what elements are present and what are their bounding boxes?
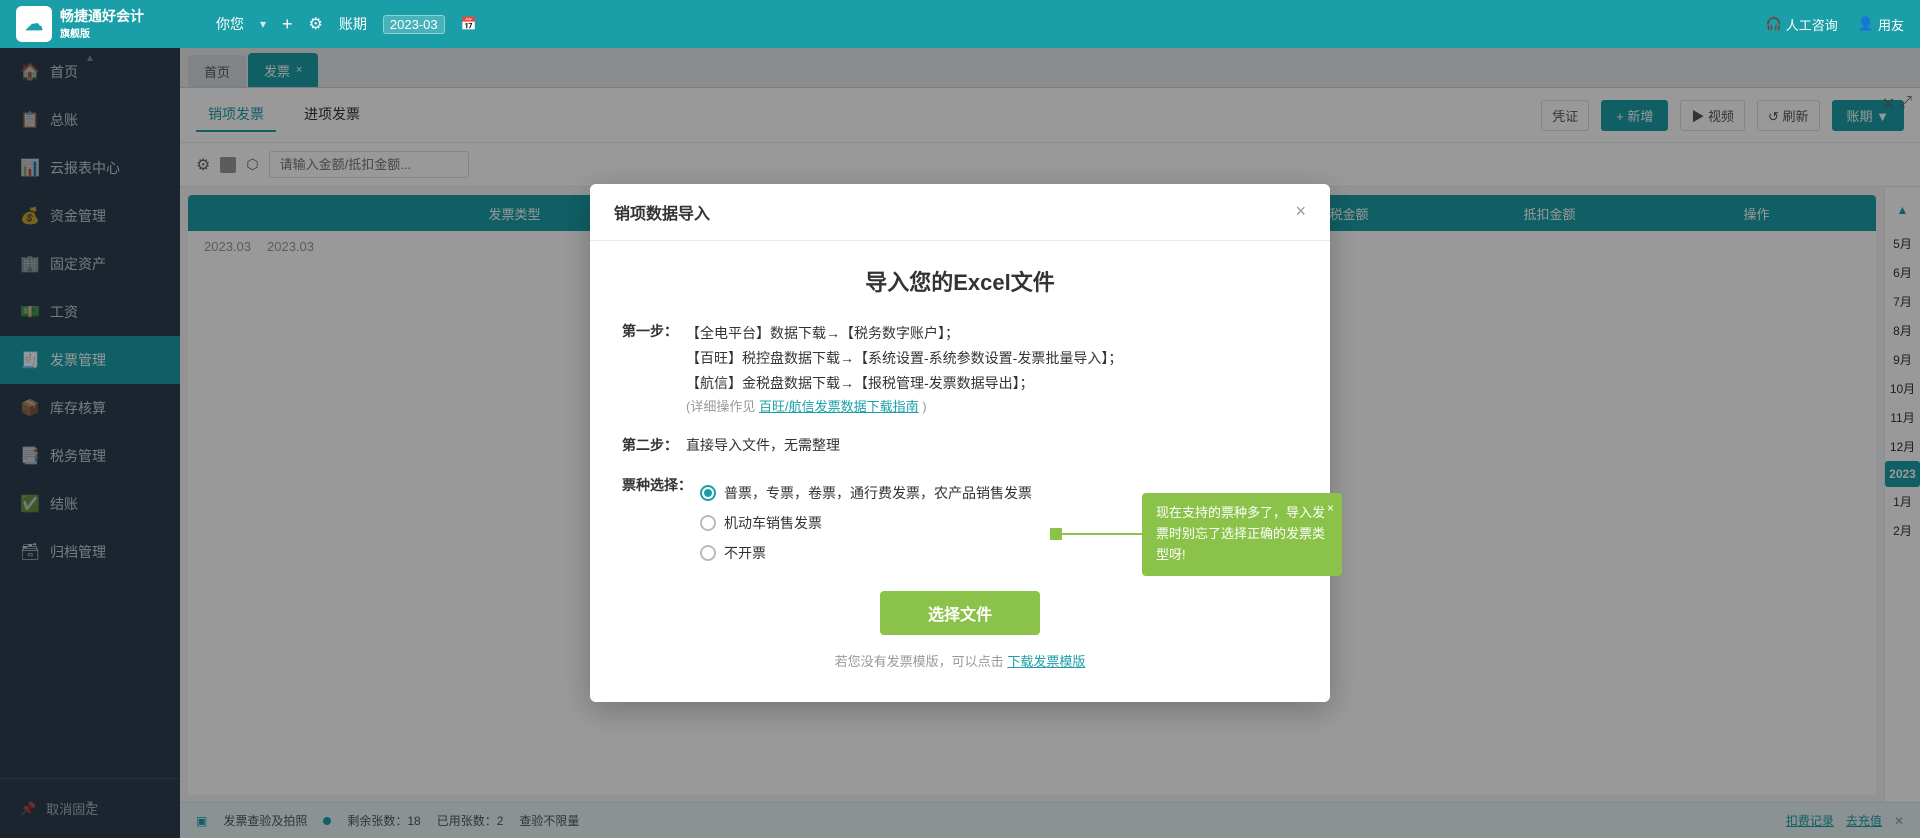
step1-line2: 【百旺】税控盘数据下载→【系统设置-系统参数设置-发票批量导入】； (686, 346, 1122, 371)
radio-motor-circle (700, 515, 716, 531)
user-info[interactable]: 👤 用友 (1858, 15, 1904, 34)
tooltip-close-btn[interactable]: × (1327, 499, 1334, 518)
ticket-row: 票种选择： 普票，专票，卷票，通行费发票，农产品销售发票 机动车销售 (622, 475, 1298, 563)
step2-label: 第二步： (622, 435, 678, 455)
logo-sub: 旗舰版 (60, 25, 144, 40)
tooltip-dot (1050, 528, 1062, 540)
radio-group: 普票，专票，卷票，通行费发票，农产品销售发票 机动车销售发票 × (700, 483, 1032, 563)
radio-normal[interactable]: 普票，专票，卷票，通行费发票，农产品销售发票 (700, 483, 1032, 503)
period-value[interactable]: 2023-03 (383, 15, 445, 34)
download-template-link[interactable]: 下载发票模版 (1007, 654, 1085, 669)
topbar: ☁ 畅捷通好会计 旗舰版 你您 ▾ + ⚙ 账期 2023-03 📅 🎧 人工咨… (0, 0, 1920, 48)
radio-motor[interactable]: 机动车销售发票 × 现在支持的票种多了，导入发票时别忘了选择正确的发票类型呀! (700, 513, 1032, 533)
period-label: 账期 (339, 14, 367, 34)
step1-line3: 【航信】金税盘数据下载→【报税管理-发票数据导出】； (686, 371, 1122, 396)
step1-line1: 【全电平台】数据下载→【税务数字账户】； (686, 321, 1122, 346)
ticket-section: 票种选择： 普票，专票，卷票，通行费发票，农产品销售发票 机动车销售 (622, 475, 1298, 563)
radio-normal-circle (700, 485, 716, 501)
topbar-center: 你您 ▾ + ⚙ 账期 2023-03 📅 (196, 14, 1766, 35)
import-modal: 销项数据导入 × 导入您的Excel文件 第一步： 【全电平台】数据下载→【税务… (590, 184, 1330, 703)
modal-bottom-text: 若您没有发票模版，可以点击 下载发票模版 (622, 651, 1298, 670)
step2-section: 第二步： 直接导入文件，无需整理 (622, 435, 1298, 455)
step2-content: 直接导入文件，无需整理 (686, 435, 840, 455)
service-btn[interactable]: 🎧 人工咨询 (1766, 15, 1838, 34)
add-icon[interactable]: + (282, 14, 293, 35)
radio-none[interactable]: 不开票 (700, 543, 1032, 563)
dropdown-arrow-icon[interactable]: ▾ (260, 17, 266, 31)
radio-normal-label: 普票，专票，卷票，通行费发票，农产品销售发票 (724, 483, 1032, 503)
modal-footer: 选择文件 (622, 591, 1298, 635)
topbar-user[interactable]: 你您 (216, 14, 244, 34)
radio-motor-label: 机动车销售发票 (724, 513, 822, 533)
radio-normal-dot (704, 489, 712, 497)
logo-icon: ☁ (16, 6, 52, 42)
tooltip-line (1062, 533, 1142, 535)
modal-header: 销项数据导入 × (590, 184, 1330, 241)
modal-body: 导入您的Excel文件 第一步： 【全电平台】数据下载→【税务数字账户】； 【百… (590, 241, 1330, 703)
tooltip-text: 现在支持的票种多了，导入发票时别忘了选择正确的发票类型呀! (1156, 505, 1325, 562)
step1-row: 第一步： 【全电平台】数据下载→【税务数字账户】； 【百旺】税控盘数据下载→【系… (622, 321, 1298, 416)
step1-content: 【全电平台】数据下载→【税务数字账户】； 【百旺】税控盘数据下载→【系统设置-系… (686, 321, 1122, 416)
step1-detail: (详细操作见 百旺/航信发票数据下载指南 ) (686, 396, 1122, 415)
logo-text: 畅捷通好会计 (60, 8, 144, 25)
user-icon: 👤 (1858, 16, 1874, 32)
modal-close-btn[interactable]: × (1295, 201, 1306, 222)
logo: ☁ 畅捷通好会计 旗舰版 (16, 6, 196, 42)
gear-icon[interactable]: ⚙ (309, 14, 323, 34)
select-file-btn[interactable]: 选择文件 (880, 591, 1040, 635)
modal-big-title: 导入您的Excel文件 (622, 265, 1298, 297)
radio-none-circle (700, 545, 716, 561)
ticket-label: 票种选择： (622, 475, 692, 495)
modal-title: 销项数据导入 (614, 200, 710, 224)
modal-overlay: 销项数据导入 × 导入您的Excel文件 第一步： 【全电平台】数据下载→【税务… (0, 48, 1920, 838)
calendar-icon[interactable]: 📅 (461, 16, 477, 32)
step1-section: 第一步： 【全电平台】数据下载→【税务数字账户】； 【百旺】税控盘数据下载→【系… (622, 321, 1298, 416)
step1-label: 第一步： (622, 321, 678, 416)
guide-link[interactable]: 百旺/航信发票数据下载指南 (759, 399, 919, 414)
tooltip-wrapper: × 现在支持的票种多了，导入发票时别忘了选择正确的发票类型呀! (1050, 493, 1342, 575)
headphone-icon: 🎧 (1766, 16, 1782, 32)
step2-row: 第二步： 直接导入文件，无需整理 (622, 435, 1298, 455)
radio-none-label: 不开票 (724, 543, 766, 563)
tooltip-box: × 现在支持的票种多了，导入发票时别忘了选择正确的发票类型呀! (1142, 493, 1342, 575)
topbar-right: 🎧 人工咨询 👤 用友 (1766, 15, 1904, 34)
